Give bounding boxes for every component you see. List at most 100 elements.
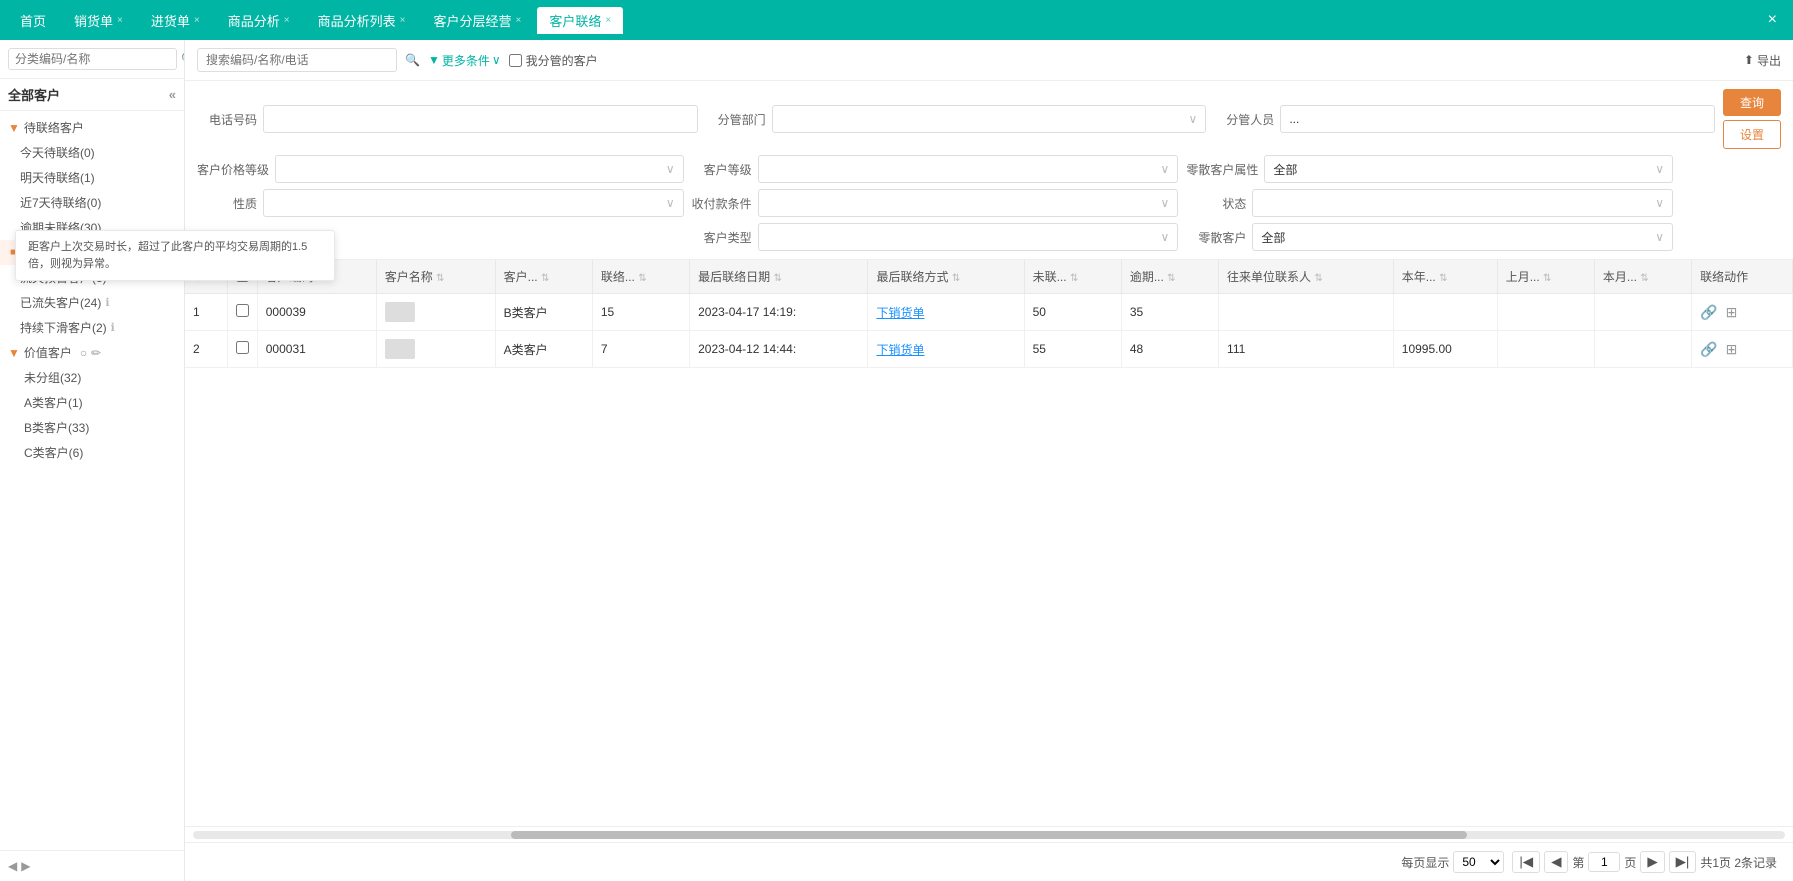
row1-level: B类客户 bbox=[495, 294, 592, 331]
next-page-btn[interactable]: ▶ bbox=[1640, 851, 1664, 873]
sidebar-item-a-class[interactable]: A类客户(1) bbox=[0, 390, 184, 415]
sidebar-item-today[interactable]: 今天待联络(0) bbox=[0, 140, 184, 165]
sidebar-item-declining[interactable]: 持续下滑客户(2) ℹ bbox=[0, 315, 184, 340]
tab-customer-contact[interactable]: 客户联络 × bbox=[537, 7, 623, 34]
phone-input[interactable] bbox=[263, 105, 698, 133]
row2-link-icon[interactable]: 🔗 bbox=[1700, 341, 1717, 358]
sidebar-right-arrow[interactable]: ▶ bbox=[21, 859, 30, 873]
info-icon-2[interactable]: ℹ bbox=[105, 296, 109, 309]
window-close-button[interactable]: × bbox=[1760, 11, 1785, 29]
page-input[interactable] bbox=[1588, 852, 1620, 872]
retail-customer-label: 零散客户 bbox=[1186, 229, 1246, 246]
row1-checkbox[interactable] bbox=[236, 304, 249, 317]
category-search-icon[interactable]: 🔍 bbox=[181, 52, 185, 66]
tab-product-analysis[interactable]: 商品分析 × bbox=[216, 7, 302, 34]
sidebar-item-ungrouped[interactable]: 未分组(32) bbox=[0, 365, 184, 390]
value-group-edit-icon[interactable]: ✏ bbox=[91, 346, 101, 360]
tab-purchase[interactable]: 进货单 × bbox=[139, 7, 212, 34]
contact-person-sort-icon[interactable]: ⇅ bbox=[1314, 273, 1322, 284]
close-customer-contact-tab[interactable]: × bbox=[605, 15, 611, 26]
customer-type-select[interactable]: ∨ bbox=[758, 223, 1179, 251]
row2-grid-icon[interactable]: ⊞ bbox=[1726, 341, 1738, 358]
export-button[interactable]: ⬆ 导出 bbox=[1744, 52, 1781, 69]
tab-sales[interactable]: 销货单 × bbox=[62, 7, 135, 34]
sidebar-pending-group[interactable]: ▼ 待联络客户 bbox=[0, 115, 184, 140]
horizontal-scrollbar-area bbox=[185, 826, 1793, 842]
payment-select[interactable]: ∨ bbox=[758, 189, 1179, 217]
close-product-list-tab[interactable]: × bbox=[400, 15, 406, 26]
per-page-select[interactable]: 50 20 100 bbox=[1453, 851, 1504, 873]
close-purchase-tab[interactable]: × bbox=[194, 15, 200, 26]
retail-attr-select[interactable]: 全部 ∨ bbox=[1264, 155, 1673, 183]
manager-field: 分管人员 ... bbox=[1214, 105, 1715, 133]
my-customers-checkbox[interactable] bbox=[509, 54, 522, 67]
scrollbar-thumb[interactable] bbox=[511, 831, 1466, 839]
gender-select[interactable]: ∨ bbox=[263, 189, 684, 217]
row2-last-contact-method: 下销货单 bbox=[868, 331, 1024, 368]
query-button[interactable]: 查询 bbox=[1723, 89, 1781, 116]
table-row: 2 000031 A类客户 7 2023-04-12 14:44: 下销货单 5… bbox=[185, 331, 1793, 368]
department-field: 分管部门 ∨ bbox=[706, 105, 1207, 133]
sidebar-item-churned[interactable]: 已流失客户(24) ℹ bbox=[0, 290, 184, 315]
tab-home[interactable]: 首页 bbox=[8, 7, 58, 34]
sidebar-bottom: ◀ ▶ bbox=[0, 850, 184, 881]
row1-grid-icon[interactable]: ⊞ bbox=[1726, 304, 1738, 321]
category-search-input[interactable] bbox=[8, 48, 177, 70]
close-product-analysis-tab[interactable]: × bbox=[284, 15, 290, 26]
level-sort-icon[interactable]: ⇅ bbox=[541, 273, 549, 284]
sidebar-item-tomorrow[interactable]: 明天待联络(1) bbox=[0, 165, 184, 190]
row1-link-icon[interactable]: 🔗 bbox=[1700, 304, 1717, 321]
customer-level-label: 客户等级 bbox=[692, 161, 752, 178]
sidebar-item-c-class[interactable]: C类客户(6) bbox=[0, 440, 184, 465]
sidebar-item-7days[interactable]: 近7天待联络(0) bbox=[0, 190, 184, 215]
manager-select[interactable]: ... bbox=[1280, 105, 1715, 133]
customer-search-input[interactable] bbox=[197, 48, 397, 72]
row1-method-link[interactable]: 下销货单 bbox=[876, 306, 924, 320]
row2-name bbox=[376, 331, 495, 368]
sidebar-left-arrow[interactable]: ◀ bbox=[8, 859, 17, 873]
department-select[interactable]: ∨ bbox=[772, 105, 1207, 133]
row2-last-month bbox=[1497, 331, 1594, 368]
row2-num: 2 bbox=[185, 331, 227, 368]
name-sort-icon[interactable]: ⇅ bbox=[436, 273, 444, 284]
not-contacted-sort-icon[interactable]: ⇅ bbox=[1070, 273, 1078, 284]
tab-customer-management[interactable]: 客户分层经营 × bbox=[421, 7, 533, 34]
last-month-sort-icon[interactable]: ⇅ bbox=[1543, 273, 1551, 284]
my-customers-checkbox-label[interactable]: 我分管的客户 bbox=[509, 52, 598, 69]
pagination: |◀ ◀ 第 页 ▶ ▶| 共1页 2条记录 bbox=[1512, 851, 1777, 873]
row2-checkbox[interactable] bbox=[236, 341, 249, 354]
close-sales-tab[interactable]: × bbox=[117, 15, 123, 26]
contact-count-sort-icon[interactable]: ⇅ bbox=[638, 273, 646, 284]
prev-page-btn[interactable]: ◀ bbox=[1544, 851, 1568, 873]
row2-this-month bbox=[1594, 331, 1691, 368]
customer-type-field: 客户类型 ∨ bbox=[692, 223, 1179, 251]
last-page-btn[interactable]: ▶| bbox=[1669, 851, 1697, 873]
customer-level-select[interactable]: ∨ bbox=[758, 155, 1179, 183]
close-customer-mgmt-tab[interactable]: × bbox=[515, 15, 521, 26]
value-group-circle-icon[interactable]: ○ bbox=[80, 346, 87, 360]
sidebar-collapse-icon[interactable]: « bbox=[169, 87, 176, 102]
customer-search-icon[interactable]: 🔍 bbox=[405, 53, 420, 67]
last-contact-method-sort-icon[interactable]: ⇅ bbox=[952, 273, 960, 284]
not-contacted-column-header: 未联... ⇅ bbox=[1024, 260, 1121, 294]
price-level-select[interactable]: ∨ bbox=[275, 155, 684, 183]
set-button[interactable]: 设置 bbox=[1723, 120, 1781, 149]
contact-count-column-header: 联络... ⇅ bbox=[592, 260, 689, 294]
customer-type-label: 客户类型 bbox=[692, 229, 752, 246]
sidebar-item-b-class[interactable]: B类客户(33) bbox=[0, 415, 184, 440]
gender-label: 性质 bbox=[197, 195, 257, 212]
info-icon-3[interactable]: ℹ bbox=[111, 321, 115, 334]
overdue-sort-icon[interactable]: ⇅ bbox=[1167, 273, 1175, 284]
row2-last-contact-date: 2023-04-12 14:44: bbox=[690, 331, 868, 368]
row2-this-year: 10995.00 bbox=[1393, 331, 1497, 368]
horizontal-scrollbar[interactable] bbox=[193, 831, 1785, 839]
this-year-sort-icon[interactable]: ⇅ bbox=[1439, 273, 1447, 284]
last-contact-date-sort-icon[interactable]: ⇅ bbox=[773, 273, 781, 284]
first-page-btn[interactable]: |◀ bbox=[1512, 851, 1540, 873]
retail-customer-select[interactable]: 全部 ∨ bbox=[1252, 223, 1673, 251]
this-month-sort-icon[interactable]: ⇅ bbox=[1640, 273, 1648, 284]
more-conditions-btn[interactable]: ▼ 更多条件 ∨ bbox=[428, 52, 501, 69]
row2-method-link[interactable]: 下销货单 bbox=[876, 343, 924, 357]
tab-product-list[interactable]: 商品分析列表 × bbox=[306, 7, 418, 34]
status-select[interactable]: ∨ bbox=[1252, 189, 1673, 217]
